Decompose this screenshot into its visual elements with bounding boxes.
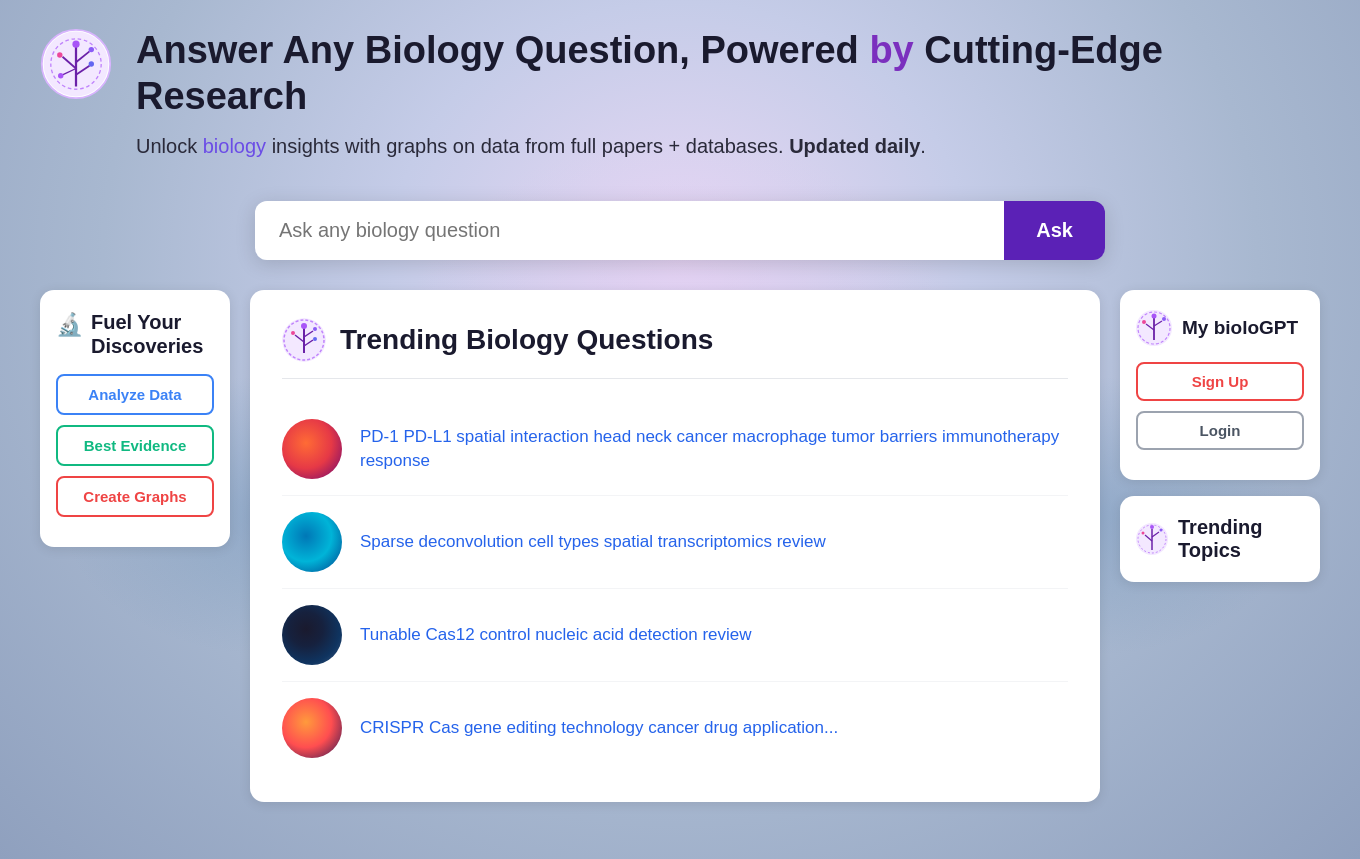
svg-point-36 — [1150, 525, 1154, 529]
fuel-icon: 🔬 — [56, 312, 83, 338]
main-heading: Answer Any Biology Question, Powered by … — [136, 28, 1320, 119]
trending-topics-card: Trending Topics — [1120, 496, 1320, 582]
trending-title: Trending Biology Questions — [340, 324, 713, 356]
my-biogpt-card: My bioloGPT Sign Up Login — [1120, 290, 1320, 480]
trending-topics-title: Trending Topics — [1178, 516, 1304, 562]
analyze-data-button[interactable]: Analyze Data — [56, 374, 214, 415]
header-text: Answer Any Biology Question, Powered by … — [136, 28, 1320, 161]
left-sidebar: 🔬 Fuel Your Discoveries Analyze Data Bes… — [40, 290, 230, 547]
question-item[interactable]: Tunable Cas12 control nucleic acid detec… — [282, 589, 1068, 682]
svg-point-38 — [1160, 529, 1163, 532]
question-link-2[interactable]: Sparse deconvolution cell types spatial … — [360, 530, 826, 554]
my-biogpt-title: My bioloGPT — [1182, 317, 1298, 340]
question-link-1[interactable]: PD-1 PD-L1 spatial interaction head neck… — [360, 425, 1068, 473]
question-item[interactable]: CRISPR Cas gene editing technology cance… — [282, 682, 1068, 774]
trending-icon — [282, 318, 326, 362]
trending-panel: Trending Biology Questions PD-1 PD-L1 sp… — [250, 290, 1100, 802]
create-graphs-button[interactable]: Create Graphs — [56, 476, 214, 517]
signup-button[interactable]: Sign Up — [1136, 362, 1304, 401]
trending-topics-header: Trending Topics — [1136, 516, 1304, 562]
login-button[interactable]: Login — [1136, 411, 1304, 450]
svg-point-30 — [1162, 317, 1166, 321]
svg-point-11 — [58, 73, 63, 78]
svg-point-9 — [89, 47, 94, 52]
svg-point-19 — [301, 323, 307, 329]
question-link-3[interactable]: Tunable Cas12 control nucleic acid detec… — [360, 623, 752, 647]
question-link-4[interactable]: CRISPR Cas gene editing technology cance… — [360, 716, 838, 740]
question-thumb-4 — [282, 698, 342, 758]
best-evidence-button[interactable]: Best Evidence — [56, 425, 214, 466]
app-logo — [40, 28, 112, 100]
svg-point-20 — [291, 331, 295, 335]
sidebar-title: 🔬 Fuel Your Discoveries — [56, 310, 214, 358]
header: Answer Any Biology Question, Powered by … — [0, 0, 1360, 181]
biology-link[interactable]: biology — [203, 135, 266, 157]
svg-point-22 — [313, 337, 317, 341]
trending-topics-icon — [1136, 523, 1168, 555]
sidebar-title-text: Fuel Your Discoveries — [91, 310, 214, 358]
search-box: Ask — [255, 201, 1105, 260]
my-biogpt-header: My bioloGPT — [1136, 310, 1304, 346]
svg-point-7 — [72, 41, 79, 48]
svg-point-8 — [57, 52, 62, 57]
search-section: Ask — [0, 181, 1360, 290]
main-row: 🔬 Fuel Your Discoveries Analyze Data Bes… — [0, 290, 1360, 802]
right-sidebar: My bioloGPT Sign Up Login — [1120, 290, 1320, 582]
svg-point-29 — [1142, 320, 1146, 324]
svg-point-37 — [1142, 532, 1145, 535]
question-thumb-1 — [282, 419, 342, 479]
question-item[interactable]: Sparse deconvolution cell types spatial … — [282, 496, 1068, 589]
question-thumb-3 — [282, 605, 342, 665]
ask-button[interactable]: Ask — [1004, 201, 1105, 260]
question-thumb-2 — [282, 512, 342, 572]
svg-point-21 — [313, 327, 317, 331]
svg-point-10 — [89, 61, 94, 66]
subtitle: Unlock biology insights with graphs on d… — [136, 131, 1320, 161]
trending-header: Trending Biology Questions — [282, 318, 1068, 379]
search-input[interactable] — [255, 201, 1004, 260]
my-biogpt-icon — [1136, 310, 1172, 346]
question-item[interactable]: PD-1 PD-L1 spatial interaction head neck… — [282, 403, 1068, 496]
svg-point-28 — [1152, 314, 1157, 319]
